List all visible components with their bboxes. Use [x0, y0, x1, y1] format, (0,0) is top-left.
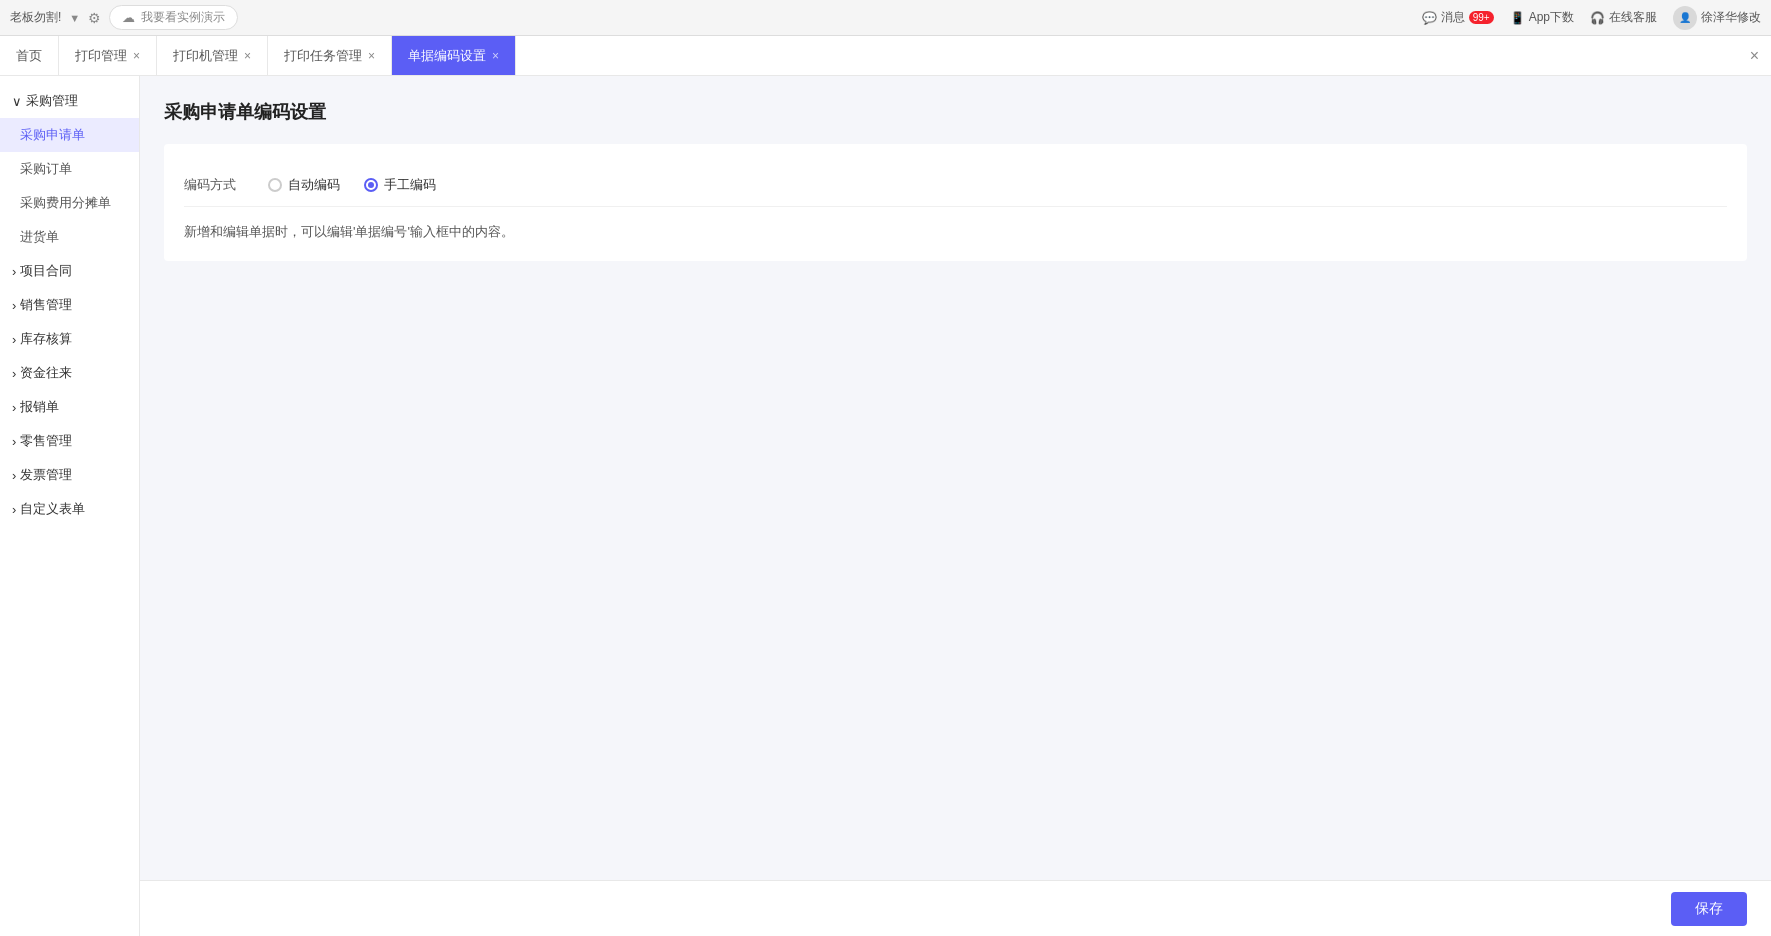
cloud-icon: ☁ [122, 10, 135, 25]
sidebar-group-invoice-mgmt-header[interactable]: › 发票管理 [0, 458, 139, 492]
sidebar-group-returns-header[interactable]: › 报销单 [0, 390, 139, 424]
chevron-right-icon-2: › [12, 298, 16, 313]
main-layout: ∨ 采购管理 采购申请单 采购订单 采购费用分摊单 进货单 › 项目合同 › 销… [0, 76, 1771, 936]
chevron-right-icon: › [12, 264, 16, 279]
message-action[interactable]: 💬 消息 99+ [1422, 9, 1494, 26]
browser-bar: 老板勿割! ▼ ⚙ ☁ 我要看实例演示 💬 消息 99+ 📱 App下数 🎧 在… [0, 0, 1771, 36]
sidebar-group-purchase-mgmt-header[interactable]: ∨ 采购管理 [0, 84, 139, 118]
appdownload-action[interactable]: 📱 App下数 [1510, 9, 1574, 26]
sidebar-item-purchase-request[interactable]: 采购申请单 [0, 118, 139, 152]
sidebar-item-purchase-request-label: 采购申请单 [20, 127, 85, 142]
tab-print-task-mgmt-close[interactable]: × [368, 49, 375, 63]
tab-print-task-mgmt[interactable]: 打印任务管理 × [268, 36, 392, 75]
save-button[interactable]: 保存 [1671, 892, 1747, 926]
footer-bar: 保存 [140, 880, 1771, 936]
user-name: 徐泽华修改 [1701, 9, 1761, 26]
sidebar-group-sales-mgmt-header[interactable]: › 销售管理 [0, 288, 139, 322]
chevron-right-icon-7: › [12, 468, 16, 483]
auto-encoding-option[interactable]: 自动编码 [268, 176, 340, 194]
service-label: 在线客服 [1609, 9, 1657, 26]
search-bar[interactable]: ☁ 我要看实例演示 [109, 5, 238, 30]
message-icon: 💬 [1422, 11, 1437, 25]
browser-title: 老板勿割! [10, 9, 61, 26]
chevron-right-icon-5: › [12, 400, 16, 415]
sidebar-group-inventory-label: 库存核算 [20, 330, 72, 348]
tab-printer-mgmt-close[interactable]: × [244, 49, 251, 63]
manual-encoding-radio[interactable] [364, 178, 378, 192]
sidebar-group-purchase-mgmt: ∨ 采购管理 采购申请单 采购订单 采购费用分摊单 进货单 [0, 84, 139, 254]
sidebar-item-purchase-expense[interactable]: 采购费用分摊单 [0, 186, 139, 220]
search-text: 我要看实例演示 [141, 9, 225, 26]
manual-encoding-label: 手工编码 [384, 176, 436, 194]
dropdown-icon[interactable]: ▼ [69, 12, 80, 24]
sidebar-group-inventory-header[interactable]: › 库存核算 [0, 322, 139, 356]
settings-card: 编码方式 自动编码 手工编码 新增和编辑单据时，可以编辑'单据编号'输入框中的内… [164, 144, 1747, 261]
sidebar-group-sales-mgmt-label: 销售管理 [20, 296, 72, 314]
sidebar-item-purchase-order-label: 采购订单 [20, 161, 72, 176]
chevron-right-icon-3: › [12, 332, 16, 347]
auto-encoding-radio[interactable] [268, 178, 282, 192]
sidebar-item-purchase-order[interactable]: 采购订单 [0, 152, 139, 186]
sidebar-group-purchase-mgmt-label: 采购管理 [26, 92, 78, 110]
tab-print-mgmt-close[interactable]: × [133, 49, 140, 63]
settings-icon[interactable]: ⚙ [88, 10, 101, 26]
auto-encoding-label: 自动编码 [288, 176, 340, 194]
tab-print-mgmt-label: 打印管理 [75, 47, 127, 65]
user-info[interactable]: 👤 徐泽华修改 [1673, 6, 1761, 30]
chevron-down-icon: ∨ [12, 94, 22, 109]
appdownload-label: App下数 [1529, 9, 1574, 26]
page-title: 采购申请单编码设置 [164, 100, 1747, 124]
content-main: 采购申请单编码设置 编码方式 自动编码 手工编码 新增和编辑单据时，可以编辑'单… [140, 76, 1771, 880]
phone-icon: 📱 [1510, 11, 1525, 25]
content-area: 采购申请单编码设置 编码方式 自动编码 手工编码 新增和编辑单据时，可以编辑'单… [140, 76, 1771, 936]
avatar: 👤 [1673, 6, 1697, 30]
tab-home-label: 首页 [16, 47, 42, 65]
tab-printer-mgmt[interactable]: 打印机管理 × [157, 36, 268, 75]
encoding-label: 编码方式 [184, 176, 244, 194]
chevron-right-icon-8: › [12, 502, 16, 517]
message-badge: 99+ [1469, 11, 1494, 24]
service-action[interactable]: 🎧 在线客服 [1590, 9, 1657, 26]
tab-bar-close-btn[interactable]: × [1738, 47, 1771, 65]
sidebar-item-stock-in-label: 进货单 [20, 229, 59, 244]
manual-encoding-option[interactable]: 手工编码 [364, 176, 436, 194]
tab-barcode-settings-close[interactable]: × [492, 49, 499, 63]
tab-home[interactable]: 首页 [0, 36, 59, 75]
tab-barcode-settings[interactable]: 单据编码设置 × [392, 36, 516, 75]
tab-print-task-mgmt-label: 打印任务管理 [284, 47, 362, 65]
message-label: 消息 [1441, 9, 1465, 26]
sidebar-group-returns-label: 报销单 [20, 398, 59, 416]
chevron-right-icon-4: › [12, 366, 16, 381]
tab-barcode-settings-label: 单据编码设置 [408, 47, 486, 65]
sidebar-group-retail-mgmt-header[interactable]: › 零售管理 [0, 424, 139, 458]
sidebar-group-project-contract-label: 项目合同 [20, 262, 72, 280]
headset-icon: 🎧 [1590, 11, 1605, 25]
header-actions: 💬 消息 99+ 📱 App下数 🎧 在线客服 👤 徐泽华修改 [1422, 6, 1761, 30]
tab-print-mgmt[interactable]: 打印管理 × [59, 36, 157, 75]
sidebar-group-custom-forms-label: 自定义表单 [20, 500, 85, 518]
sidebar-group-custom-forms-header[interactable]: › 自定义表单 [0, 492, 139, 526]
chevron-right-icon-6: › [12, 434, 16, 449]
sidebar-group-capital-label: 资金往来 [20, 364, 72, 382]
sidebar-group-retail-mgmt-label: 零售管理 [20, 432, 72, 450]
sidebar: ∨ 采购管理 采购申请单 采购订单 采购费用分摊单 进货单 › 项目合同 › 销… [0, 76, 140, 936]
hint-text: 新增和编辑单据时，可以编辑'单据编号'输入框中的内容。 [184, 223, 1727, 241]
encoding-row: 编码方式 自动编码 手工编码 [184, 164, 1727, 207]
sidebar-group-capital-header[interactable]: › 资金往来 [0, 356, 139, 390]
tab-printer-mgmt-label: 打印机管理 [173, 47, 238, 65]
sidebar-group-project-contract-header[interactable]: › 项目合同 [0, 254, 139, 288]
sidebar-group-invoice-mgmt-label: 发票管理 [20, 466, 72, 484]
sidebar-item-purchase-expense-label: 采购费用分摊单 [20, 195, 111, 210]
tab-bar: 首页 打印管理 × 打印机管理 × 打印任务管理 × 单据编码设置 × × [0, 36, 1771, 76]
sidebar-item-stock-in[interactable]: 进货单 [0, 220, 139, 254]
